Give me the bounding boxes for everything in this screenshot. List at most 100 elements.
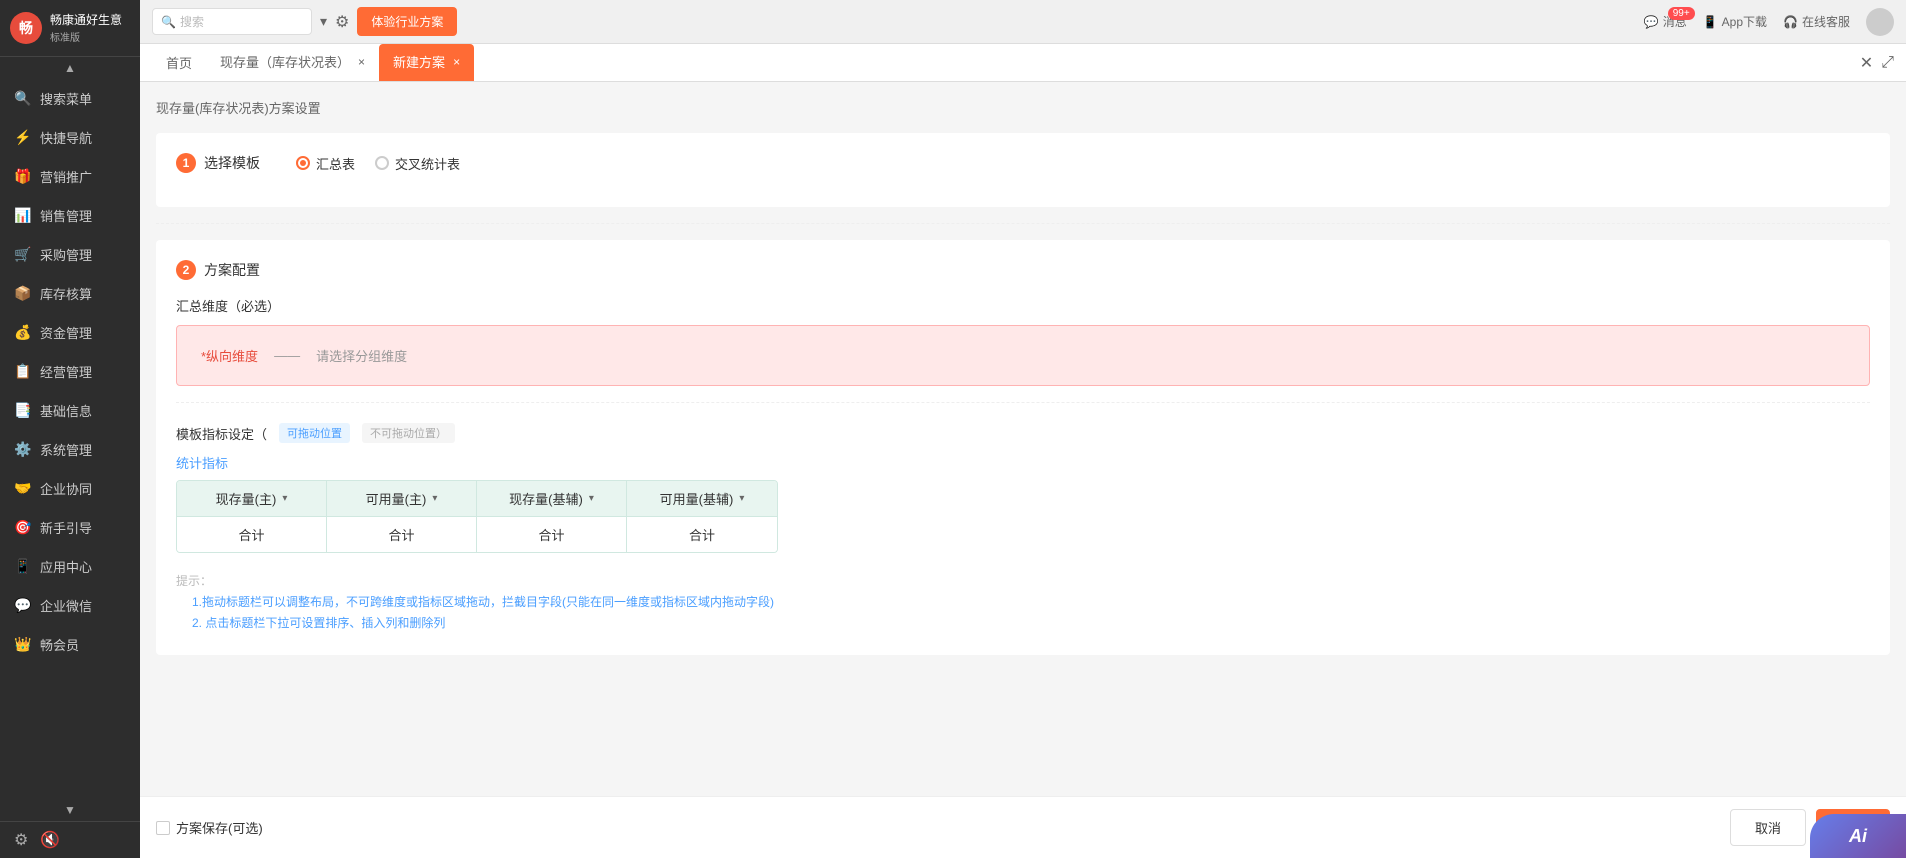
- tips-title: 提示：: [176, 572, 1870, 589]
- tab-inventory-close-icon[interactable]: ×: [358, 55, 365, 69]
- present-main-dropdown[interactable]: ▾: [282, 493, 287, 504]
- sidebar-item-operation[interactable]: 📋 经营管理: [0, 352, 140, 391]
- indicator-label: 模板指标设定（ 可拖动位置 不可拖动位置）: [176, 423, 1870, 443]
- radio-summary[interactable]: 汇总表: [296, 154, 355, 173]
- tips-section: 提示： 1.拖动标题栏可以调整布局，不可跨维度或指标区域拖动，拦截目字段(只能在…: [176, 572, 1870, 631]
- sidebar-item-marketing[interactable]: 🎁 营销推广: [0, 157, 140, 196]
- dropdown-arrow-icon[interactable]: ▾: [320, 13, 327, 30]
- sidebar-item-label: 基础信息: [40, 401, 92, 420]
- radio-cross-label: 交叉统计表: [395, 154, 460, 173]
- sidebar-item-label: 快捷导航: [40, 128, 92, 147]
- sidebar-item-search-menu[interactable]: 🔍 搜索菜单: [0, 79, 140, 118]
- sidebar-item-app-center[interactable]: 📱 应用中心: [0, 547, 140, 586]
- section1-number: 1: [176, 153, 196, 173]
- topbar-search[interactable]: 🔍 搜索: [152, 8, 312, 35]
- page-title: 现存量(库存状况表)方案设置: [156, 98, 1890, 117]
- save-checkbox[interactable]: [156, 821, 170, 835]
- sidebar-item-label: 企业微信: [40, 596, 92, 615]
- message-button[interactable]: 💬 消息 99+: [1644, 13, 1687, 30]
- tips-text-1: 1.拖动标题栏可以调整布局，不可跨维度或指标区域拖动，拦截目字段(只能在同一维度…: [192, 595, 774, 609]
- footer: 方案保存(可选) 取消 查询: [140, 796, 1906, 858]
- app-download-button[interactable]: 📱 App下载: [1703, 13, 1767, 30]
- section2-title: 方案配置: [204, 260, 260, 280]
- section2-header: 2 方案配置: [176, 260, 1870, 280]
- sidebar-item-wechat[interactable]: 💬 企业微信: [0, 586, 140, 625]
- sidebar-item-member[interactable]: 👑 畅会员: [0, 625, 140, 664]
- expand-button[interactable]: ⤢: [1881, 54, 1894, 72]
- sidebar-item-quick-nav[interactable]: ⚡ 快捷导航: [0, 118, 140, 157]
- stats-header-present-main[interactable]: 现存量(主) ▾: [177, 481, 327, 516]
- tab-new-plan[interactable]: 新建方案 ×: [379, 44, 474, 81]
- marketing-icon: 🎁: [14, 168, 32, 186]
- sidebar-item-label: 新手引导: [40, 518, 92, 537]
- industry-plan-button[interactable]: 体验行业方案: [357, 7, 457, 36]
- message-icon: 💬: [1644, 15, 1659, 29]
- gear-icon[interactable]: ⚙: [335, 12, 349, 32]
- section2-number: 2: [176, 260, 196, 280]
- sidebar-item-new-guide[interactable]: 🎯 新手引导: [0, 508, 140, 547]
- radio-summary-dot: [296, 156, 310, 170]
- vertical-dimension-label: *纵向维度: [201, 346, 258, 365]
- purchase-icon: 🛒: [14, 246, 32, 264]
- sidebar-item-sales[interactable]: 📊 销售管理: [0, 196, 140, 235]
- sales-icon: 📊: [14, 207, 32, 225]
- ai-bubble[interactable]: Ai: [1810, 814, 1906, 858]
- section1-card: 1 选择模板 汇总表 交叉统计表: [156, 133, 1890, 207]
- sidebar-item-system[interactable]: ⚙️ 系统管理: [0, 430, 140, 469]
- member-icon: 👑: [14, 636, 32, 654]
- dimension-box[interactable]: *纵向维度 —— 请选择分组维度: [176, 325, 1870, 386]
- sidebar-item-label: 应用中心: [40, 557, 92, 576]
- sidebar-item-label: 畅会员: [40, 635, 79, 654]
- tips-text-2: 2. 点击标题栏下拉可设置排序、插入列: [192, 616, 397, 630]
- available-main-dropdown[interactable]: ▾: [432, 493, 437, 504]
- tab-inventory[interactable]: 现存量（库存状况表） ×: [206, 44, 379, 81]
- present-aux-label: 现存量(基辅): [509, 489, 583, 508]
- indicator-section: 模板指标设定（ 可拖动位置 不可拖动位置） 统计指标 现存量(主) ▾ 可用量(…: [176, 423, 1870, 556]
- save-label: 方案保存(可选): [176, 818, 263, 837]
- service-label: 在线客服: [1802, 13, 1850, 30]
- sidebar-item-inventory[interactable]: 📦 库存核算: [0, 274, 140, 313]
- sidebar-item-basic-info[interactable]: 📑 基础信息: [0, 391, 140, 430]
- close-button[interactable]: ✕: [1860, 53, 1873, 73]
- tab-new-plan-close-icon[interactable]: ×: [453, 55, 460, 69]
- radio-cross[interactable]: 交叉统计表: [375, 154, 460, 173]
- user-avatar[interactable]: [1866, 8, 1894, 36]
- tips-highlight: 和删除列: [397, 616, 445, 630]
- quick-nav-icon: ⚡: [14, 129, 32, 147]
- settings-icon[interactable]: ⚙: [14, 830, 28, 850]
- tabbar-right: ✕ ⤢: [1860, 53, 1894, 73]
- config-section: 汇总维度（必选） *纵向维度 —— 请选择分组维度: [176, 296, 1870, 386]
- sidebar-scroll-down[interactable]: ▼: [0, 799, 140, 821]
- stats-header-available-aux[interactable]: 可用量(基辅) ▾: [627, 481, 777, 516]
- save-option[interactable]: 方案保存(可选): [156, 818, 263, 837]
- sidebar-item-finance[interactable]: 💰 资金管理: [0, 313, 140, 352]
- mute-icon[interactable]: 🔇: [40, 830, 60, 850]
- search-menu-icon: 🔍: [14, 90, 32, 108]
- present-aux-dropdown[interactable]: ▾: [589, 493, 594, 504]
- logo-name: 畅康通好生意: [50, 12, 122, 29]
- stats-header-present-aux[interactable]: 现存量(基辅) ▾: [477, 481, 627, 516]
- tab-home[interactable]: 首页: [152, 45, 206, 80]
- basic-info-icon: 📑: [14, 402, 32, 420]
- new-guide-icon: 🎯: [14, 519, 32, 537]
- sidebar-item-label: 采购管理: [40, 245, 92, 264]
- sidebar-scroll-up[interactable]: ▲: [0, 57, 140, 79]
- tips-item-1: 1.拖动标题栏可以调整布局，不可跨维度或指标区域拖动，拦截目字段(只能在同一维度…: [176, 593, 1870, 610]
- finance-icon: 💰: [14, 324, 32, 342]
- online-service-button[interactable]: 🎧 在线客服: [1783, 13, 1850, 30]
- sidebar-item-purchase[interactable]: 🛒 采购管理: [0, 235, 140, 274]
- radio-summary-label: 汇总表: [316, 154, 355, 173]
- available-aux-label: 可用量(基辅): [660, 489, 734, 508]
- stats-cell-available-main: 合计: [327, 517, 477, 552]
- sidebar-item-enterprise[interactable]: 🤝 企业协同: [0, 469, 140, 508]
- available-aux-dropdown[interactable]: ▾: [739, 493, 744, 504]
- app-center-icon: 📱: [14, 558, 32, 576]
- cancel-button[interactable]: 取消: [1730, 809, 1806, 846]
- sidebar-item-label: 销售管理: [40, 206, 92, 225]
- indicator-label-text: 模板指标设定（: [176, 424, 267, 443]
- tips-item-2: 2. 点击标题栏下拉可设置排序、插入列和删除列: [176, 614, 1870, 631]
- summary-dimension-label: 汇总维度（必选）: [176, 296, 1870, 315]
- section1-header: 1 选择模板 汇总表 交叉统计表: [176, 153, 1870, 173]
- topbar: 🔍 搜索 ▾ ⚙ 体验行业方案 💬 消息 99+ 📱 App下载 🎧 在线客服: [140, 0, 1906, 44]
- stats-header-available-main[interactable]: 可用量(主) ▾: [327, 481, 477, 516]
